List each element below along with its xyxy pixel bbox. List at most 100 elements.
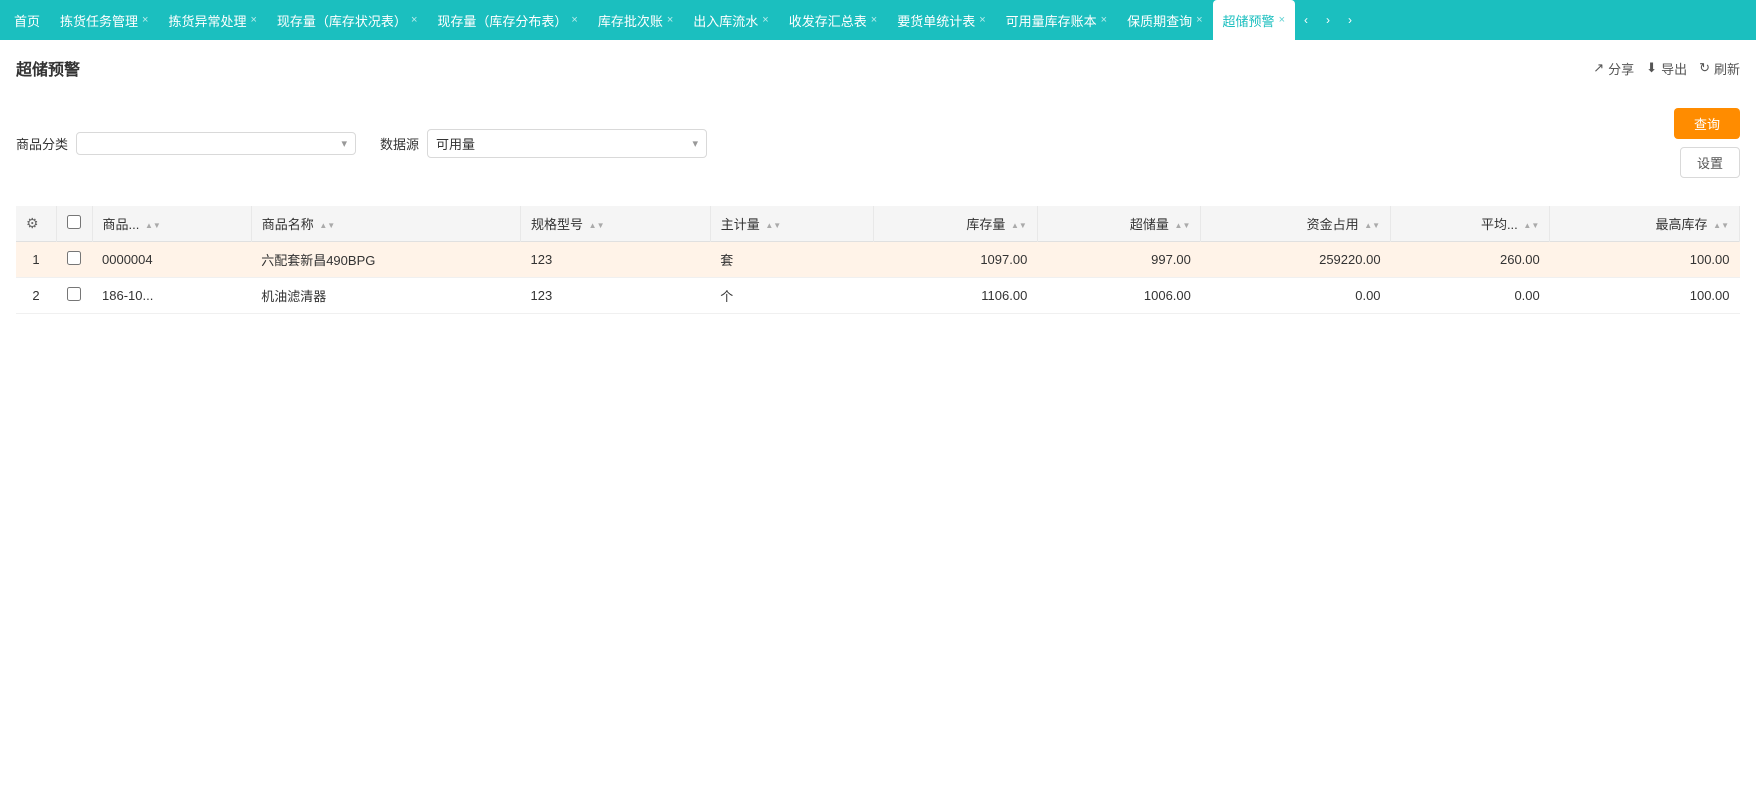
row-checkbox[interactable] [67, 287, 81, 301]
settings-button[interactable]: 设置 [1680, 147, 1740, 178]
table-header: ⚙ 商品... ▲▼ 商品名称 ▲▼ 规格型号 ▲▼ 主计 [16, 206, 1740, 242]
close-icon[interactable]: × [762, 14, 768, 26]
row-checkbox[interactable] [67, 251, 81, 265]
nav-overstock-alert[interactable]: 超储预警× [1213, 0, 1295, 40]
column-avg: 平均... ▲▼ [1391, 206, 1550, 242]
nav-shelf-life[interactable]: 保质期查询× [1117, 0, 1212, 40]
header-actions: ↗ 分享 ⬇ 导出 ↻ 刷新 [1593, 59, 1740, 78]
sort-icon[interactable]: ▲▼ [1713, 222, 1729, 230]
table-row: 2 186-10... 机油滤清器 123 个 1106.00 1006.00 … [16, 278, 1740, 314]
row-checkbox-cell[interactable] [56, 242, 92, 278]
column-product-code: 商品... ▲▼ [92, 206, 251, 242]
max-stock: 100.00 [1550, 242, 1740, 278]
category-label: 商品分类 [16, 134, 68, 153]
avg-value: 0.00 [1391, 278, 1550, 314]
nav-home[interactable]: 首页 [4, 0, 50, 40]
column-header-label: 库存量 [966, 217, 1005, 232]
sort-icon[interactable]: ▲▼ [1175, 222, 1191, 230]
close-icon[interactable]: × [667, 14, 673, 26]
product-name: 机油滤清器 [251, 278, 520, 314]
nav-prev-arrow[interactable]: ‹ [1295, 0, 1317, 40]
sort-icon[interactable]: ▲▼ [1523, 222, 1539, 230]
column-header-label: 主计量 [721, 217, 760, 232]
row-number: 1 [16, 242, 56, 278]
data-table: ⚙ 商品... ▲▼ 商品名称 ▲▼ 规格型号 ▲▼ 主计 [16, 206, 1740, 314]
nav-available-stock[interactable]: 可用量库存账本× [996, 0, 1117, 40]
row-checkbox-cell[interactable] [56, 278, 92, 314]
datasource-select[interactable]: 可用量 ▾ [427, 129, 707, 158]
product-spec: 123 [521, 242, 711, 278]
column-unit: 主计量 ▲▼ [710, 206, 874, 242]
datasource-label: 数据源 [380, 134, 419, 153]
filter-area: 商品分类 ▾ 数据源 可用量 ▾ 查询 设置 [16, 96, 1740, 190]
nav-order-stats[interactable]: 要货单统计表× [887, 0, 995, 40]
chevron-down-icon: ▾ [341, 137, 347, 150]
product-spec: 123 [521, 278, 711, 314]
column-header-label: 规格型号 [531, 217, 583, 232]
share-button[interactable]: ↗ 分享 [1593, 59, 1634, 78]
table-header-row: ⚙ 商品... ▲▼ 商品名称 ▲▼ 规格型号 ▲▼ 主计 [16, 206, 1740, 242]
close-icon[interactable]: × [1196, 14, 1202, 26]
overflow-qty: 1006.00 [1037, 278, 1201, 314]
datasource-value: 可用量 [436, 134, 475, 153]
select-all-checkbox[interactable] [67, 215, 81, 229]
column-spec: 规格型号 ▲▼ [521, 206, 711, 242]
nav-pick-abnormal[interactable]: 拣货异常处理× [158, 0, 266, 40]
close-icon[interactable]: × [571, 14, 577, 26]
stock-qty: 1106.00 [874, 278, 1038, 314]
sort-icon[interactable]: ▲▼ [765, 222, 781, 230]
nav-batch-account[interactable]: 库存批次账× [588, 0, 683, 40]
sort-icon[interactable]: ▲▼ [1364, 222, 1380, 230]
close-icon[interactable]: × [1101, 14, 1107, 26]
max-stock: 100.00 [1550, 278, 1740, 314]
product-unit: 套 [710, 242, 874, 278]
product-code: 0000004 [92, 242, 251, 278]
sort-icon[interactable]: ▲▼ [1011, 222, 1027, 230]
table-body: 1 0000004 六配套新昌490BPG 123 套 1097.00 997.… [16, 242, 1740, 314]
capital-amount: 0.00 [1201, 278, 1391, 314]
nav-inout-flow[interactable]: 出入库流水× [683, 0, 778, 40]
nav-more-arrow[interactable]: › [1339, 0, 1361, 40]
column-capital: 资金占用 ▲▼ [1201, 206, 1391, 242]
sort-icon[interactable]: ▲▼ [145, 222, 161, 230]
product-unit: 个 [710, 278, 874, 314]
column-header-label: 平均... [1481, 217, 1518, 232]
column-settings[interactable]: ⚙ [16, 206, 56, 242]
sort-icon[interactable]: ▲▼ [589, 222, 605, 230]
chevron-down-icon: ▾ [693, 137, 699, 150]
category-select[interactable]: ▾ [76, 132, 356, 155]
stock-qty: 1097.00 [874, 242, 1038, 278]
close-icon[interactable]: × [871, 14, 877, 26]
column-checkbox[interactable] [56, 206, 92, 242]
nav-pick-task[interactable]: 拣货任务管理× [50, 0, 158, 40]
refresh-icon: ↻ [1699, 60, 1710, 76]
nav-inventory-dist[interactable]: 现存量（库存分布表）× [427, 0, 587, 40]
product-code: 186-10... [92, 278, 251, 314]
overflow-qty: 997.00 [1037, 242, 1201, 278]
page-title: 超储预警 [16, 56, 80, 80]
nav-next-arrow[interactable]: › [1317, 0, 1339, 40]
row-number: 2 [16, 278, 56, 314]
column-header-label: 商品... [103, 217, 140, 232]
column-header-label: 最高库存 [1656, 217, 1708, 232]
close-icon[interactable]: × [979, 14, 985, 26]
close-icon[interactable]: × [250, 14, 256, 26]
export-button[interactable]: ⬇ 导出 [1646, 59, 1687, 78]
filter-buttons: 查询 设置 [1674, 108, 1740, 178]
datasource-filter-group: 数据源 可用量 ▾ [380, 129, 707, 158]
page-header: 超储预警 ↗ 分享 ⬇ 导出 ↻ 刷新 [16, 56, 1740, 80]
page-content: 超储预警 ↗ 分享 ⬇ 导出 ↻ 刷新 商品分类 ▾ 数据源 [0, 40, 1756, 800]
close-icon[interactable]: × [1279, 14, 1285, 26]
column-header-label: 资金占用 [1307, 217, 1359, 232]
close-icon[interactable]: × [142, 14, 148, 26]
refresh-button[interactable]: ↻ 刷新 [1699, 59, 1740, 78]
sort-icon[interactable]: ▲▼ [319, 222, 335, 230]
nav-inventory-status[interactable]: 现存量（库存状况表）× [267, 0, 427, 40]
close-icon[interactable]: × [411, 14, 417, 26]
nav-summary[interactable]: 收发存汇总表× [779, 0, 887, 40]
gear-icon[interactable]: ⚙ [26, 215, 39, 231]
category-filter-group: 商品分类 ▾ [16, 132, 356, 155]
query-button[interactable]: 查询 [1674, 108, 1740, 139]
capital-amount: 259220.00 [1201, 242, 1391, 278]
column-overflow: 超储量 ▲▼ [1037, 206, 1201, 242]
